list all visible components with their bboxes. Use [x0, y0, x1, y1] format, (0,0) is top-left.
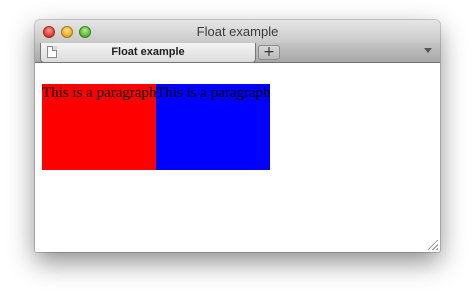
screenshot-stage: Float example Float example + This is a …: [0, 0, 474, 299]
tab-menu-chevron-down-icon[interactable]: [424, 48, 432, 53]
browser-window: Float example Float example + This is a …: [35, 20, 440, 252]
window-title: Float example: [196, 24, 279, 39]
title-bar[interactable]: Float example: [35, 20, 440, 43]
resize-grip-icon[interactable]: [428, 240, 438, 250]
page-content: This is a paragraph This is a paragraph: [35, 63, 440, 252]
new-tab-button[interactable]: +: [258, 45, 280, 60]
tab-bar: Float example +: [35, 43, 440, 63]
tab-label: Float example: [111, 46, 185, 58]
tab-float-example[interactable]: Float example: [40, 43, 256, 63]
paragraph-blue: This is a paragraph: [156, 84, 270, 170]
paragraph-red: This is a paragraph: [42, 84, 156, 170]
